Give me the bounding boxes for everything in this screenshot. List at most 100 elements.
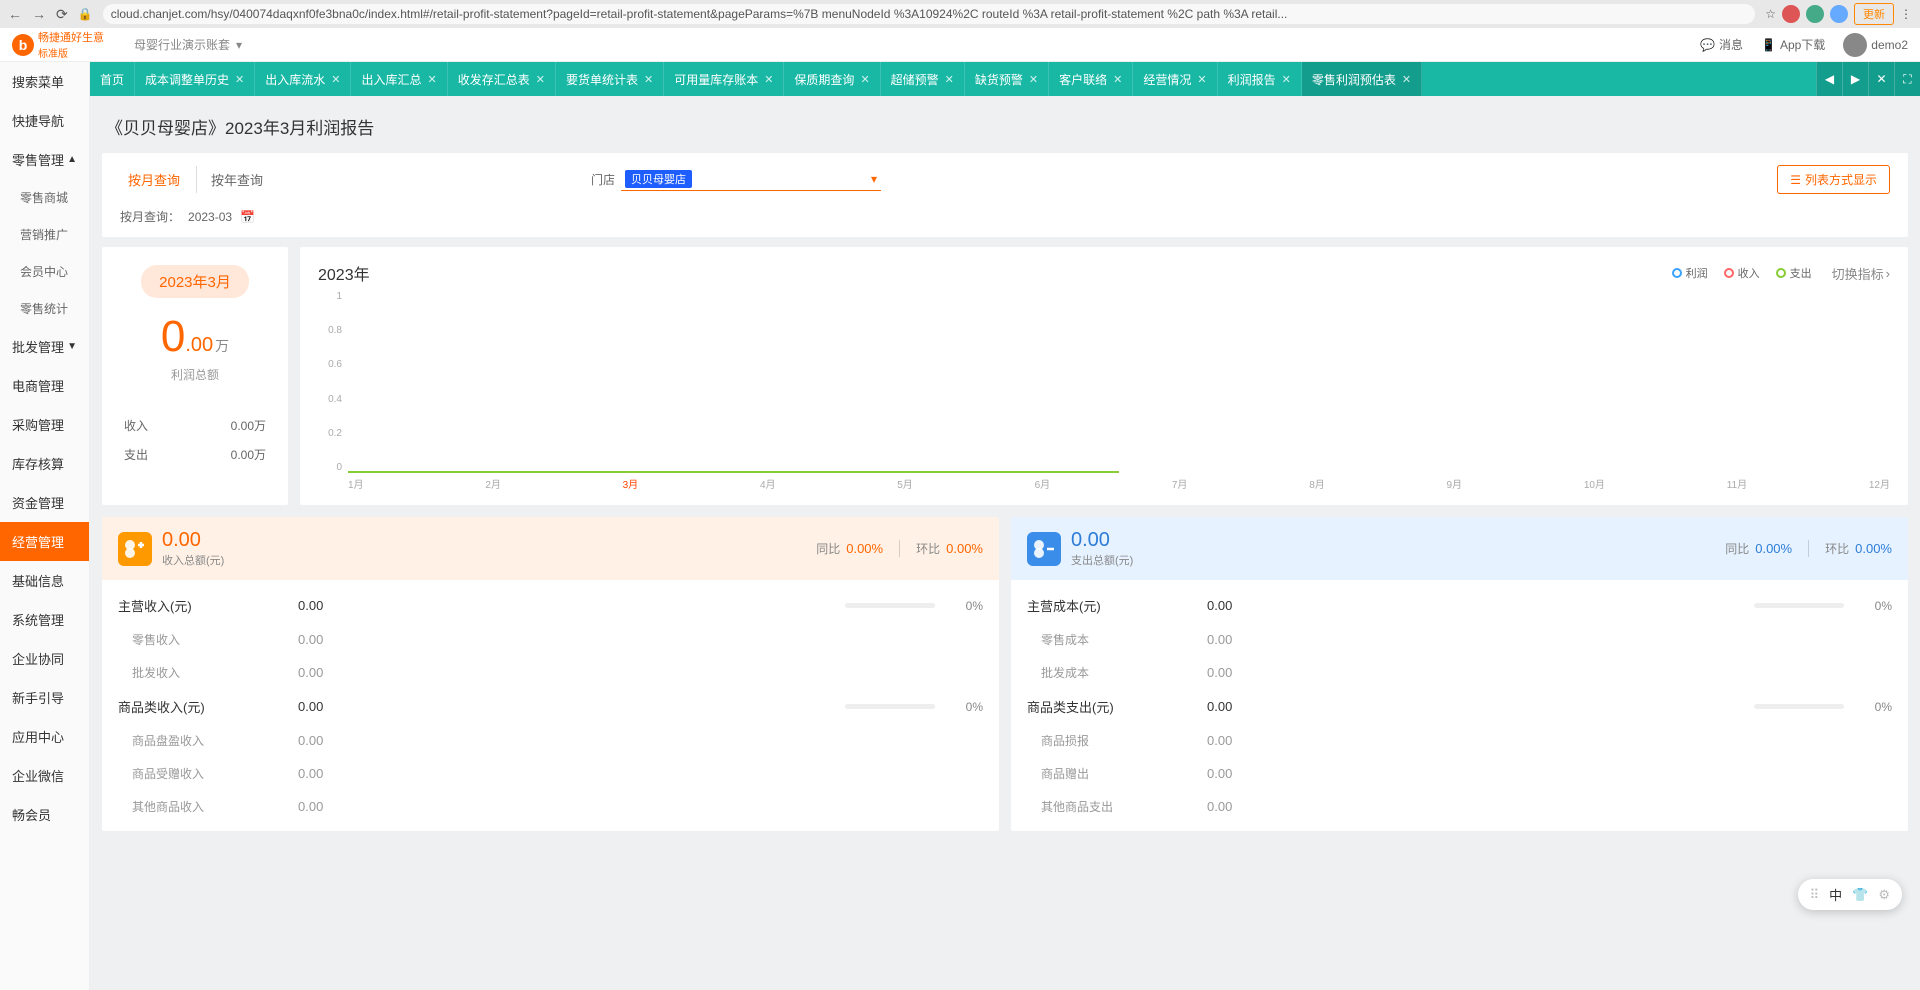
tab-5[interactable]: 要货单统计表✕ xyxy=(556,62,664,96)
app-download-link[interactable]: 📱App下载 xyxy=(1761,36,1825,53)
detail-row: 主营成本(元)0.000% xyxy=(1027,588,1892,623)
tab-10[interactable]: 客户联络✕ xyxy=(1049,62,1133,96)
legend-item[interactable]: 支出 xyxy=(1776,265,1812,281)
tab-close-icon[interactable]: ✕ xyxy=(945,73,954,86)
logo[interactable]: b 畅捷通好生意 标准版 xyxy=(12,29,104,60)
detail-row: 商品类收入(元)0.000% xyxy=(118,689,983,724)
profit-total-value: 0 .00 万 xyxy=(120,312,270,362)
sidebar-item-17[interactable]: 应用中心 xyxy=(0,717,89,756)
tabs-close-all[interactable]: ✕ xyxy=(1868,62,1894,96)
tab-1[interactable]: 成本调整单历史✕ xyxy=(135,62,255,96)
expense-total-value: 0.00 xyxy=(1071,529,1133,552)
tab-0[interactable]: 首页 xyxy=(90,62,135,96)
avatar xyxy=(1843,33,1867,57)
month-badge: 2023年3月 xyxy=(141,265,249,298)
message-icon: 💬 xyxy=(1700,38,1715,52)
tab-close-icon[interactable]: ✕ xyxy=(1402,73,1411,86)
sidebar-item-11[interactable]: 资金管理 xyxy=(0,483,89,522)
sidebar-item-8[interactable]: 电商管理 xyxy=(0,366,89,405)
tab-9[interactable]: 缺货预警✕ xyxy=(965,62,1049,96)
filter-bar: 按月查询 按年查询 门店 贝贝母婴店 ▾ ☰ 列表方式显示 xyxy=(102,153,1908,237)
update-button[interactable]: 更新 xyxy=(1854,3,1894,25)
tab-close-icon[interactable]: ✕ xyxy=(764,73,773,86)
reload-icon[interactable]: ⟳ xyxy=(56,6,68,23)
phone-icon: 📱 xyxy=(1761,38,1776,52)
ext-icon-2[interactable] xyxy=(1806,5,1824,23)
legend-item[interactable]: 利润 xyxy=(1672,265,1708,281)
tab-close-icon[interactable]: ✕ xyxy=(1197,73,1206,86)
url-bar[interactable]: cloud.chanjet.com/hsy/040074daqxnf0fe3bn… xyxy=(103,4,1756,24)
sidebar-item-3[interactable]: 零售商城 xyxy=(0,179,89,216)
tab-close-icon[interactable]: ✕ xyxy=(536,73,545,86)
tab-close-icon[interactable]: ✕ xyxy=(331,73,340,86)
sidebar-item-9[interactable]: 采购管理 xyxy=(0,405,89,444)
expense-yoy: 同比0.00% xyxy=(1725,540,1792,557)
tab-close-icon[interactable]: ✕ xyxy=(1282,73,1291,86)
star-icon[interactable]: ☆ xyxy=(1765,7,1776,21)
sidebar-item-7[interactable]: 批发管理▼ xyxy=(0,327,89,366)
account-select[interactable]: 母婴行业演示账套 ▾ xyxy=(134,36,242,53)
menu-icon[interactable]: ⋮ xyxy=(1900,7,1912,21)
tabs-scroll-left[interactable]: ◀ xyxy=(1816,62,1842,96)
app-header: b 畅捷通好生意 标准版 母婴行业演示账套 ▾ 💬消息 📱App下载 demo2 xyxy=(0,28,1920,62)
legend-item[interactable]: 收入 xyxy=(1724,265,1760,281)
sidebar-item-13[interactable]: 基础信息 xyxy=(0,561,89,600)
tab-close-icon[interactable]: ✕ xyxy=(644,73,653,86)
tab-close-icon[interactable]: ✕ xyxy=(235,73,244,86)
detail-row: 批发成本0.00 xyxy=(1027,656,1892,689)
tab-close-icon[interactable]: ✕ xyxy=(428,73,437,86)
sidebar-item-14[interactable]: 系统管理 xyxy=(0,600,89,639)
tab-6[interactable]: 可用量库存账本✕ xyxy=(664,62,784,96)
tab-close-icon[interactable]: ✕ xyxy=(1029,73,1038,86)
tab-12[interactable]: 利润报告✕ xyxy=(1218,62,1302,96)
forward-arrow-icon[interactable]: → xyxy=(32,6,46,22)
tab-2[interactable]: 出入库流水✕ xyxy=(255,62,351,96)
ext-icon-1[interactable] xyxy=(1782,5,1800,23)
sidebar-item-1[interactable]: 快捷导航 xyxy=(0,101,89,140)
sidebar-item-6[interactable]: 零售统计 xyxy=(0,290,89,327)
back-arrow-icon[interactable]: ← xyxy=(8,6,22,22)
income-mom: 环比0.00% xyxy=(916,540,983,557)
tabs-scroll-right[interactable]: ▶ xyxy=(1842,62,1868,96)
sidebar-item-18[interactable]: 企业微信 xyxy=(0,756,89,795)
tab-4[interactable]: 收发存汇总表✕ xyxy=(448,62,556,96)
detail-row: 主营收入(元)0.000% xyxy=(118,588,983,623)
sidebar: 搜索菜单快捷导航零售管理▲零售商城营销推广会员中心零售统计批发管理▼电商管理采购… xyxy=(0,62,90,990)
tab-by-year[interactable]: 按年查询 xyxy=(196,166,271,193)
ext-icon-3[interactable] xyxy=(1830,5,1848,23)
x-tick: 1月 xyxy=(348,476,364,491)
tab-close-icon[interactable]: ✕ xyxy=(860,73,869,86)
tab-13[interactable]: 零售利润预估表✕ xyxy=(1302,62,1422,96)
sidebar-item-0[interactable]: 搜索菜单 xyxy=(0,62,89,101)
tab-by-month[interactable]: 按月查询 xyxy=(120,166,188,193)
tab-3[interactable]: 出入库汇总✕ xyxy=(351,62,447,96)
sidebar-item-12[interactable]: 经营管理 xyxy=(0,522,89,561)
sidebar-item-15[interactable]: 企业协同 xyxy=(0,639,89,678)
sidebar-item-4[interactable]: 营销推广 xyxy=(0,216,89,253)
floating-ime-widget[interactable]: ⠿ 中 👕 ⚙ xyxy=(1798,879,1902,910)
profit-total-label: 利润总额 xyxy=(120,366,270,383)
calendar-icon[interactable]: 📅 xyxy=(240,210,255,224)
income-total-value: 0.00 xyxy=(162,529,224,552)
x-tick: 7月 xyxy=(1172,476,1188,491)
sidebar-item-19[interactable]: 畅会员 xyxy=(0,795,89,834)
tab-8[interactable]: 超储预警✕ xyxy=(881,62,965,96)
messages-link[interactable]: 💬消息 xyxy=(1700,36,1743,53)
tab-11[interactable]: 经营情况✕ xyxy=(1133,62,1217,96)
sidebar-item-16[interactable]: 新手引导 xyxy=(0,678,89,717)
store-input[interactable]: 贝贝母婴店 ▾ xyxy=(621,168,881,191)
detail-row: 其他商品支出0.00 xyxy=(1027,790,1892,823)
sidebar-item-2[interactable]: 零售管理▲ xyxy=(0,140,89,179)
switch-indicator-button[interactable]: 切换指标 › xyxy=(1832,264,1890,283)
sidebar-item-5[interactable]: 会员中心 xyxy=(0,253,89,290)
tab-close-icon[interactable]: ✕ xyxy=(1113,73,1122,86)
sidebar-item-10[interactable]: 库存核算 xyxy=(0,444,89,483)
tab-7[interactable]: 保质期查询✕ xyxy=(784,62,880,96)
user-menu[interactable]: demo2 xyxy=(1843,33,1908,57)
list-view-button[interactable]: ☰ 列表方式显示 xyxy=(1777,165,1890,194)
detail-row: 商品盘盈收入0.00 xyxy=(118,724,983,757)
settings-icon[interactable]: ⚙ xyxy=(1878,887,1890,903)
income-total-label: 收入总额(元) xyxy=(162,552,224,568)
tabs-fullscreen[interactable]: ⛶ xyxy=(1894,62,1920,96)
shirt-icon[interactable]: 👕 xyxy=(1852,887,1868,903)
